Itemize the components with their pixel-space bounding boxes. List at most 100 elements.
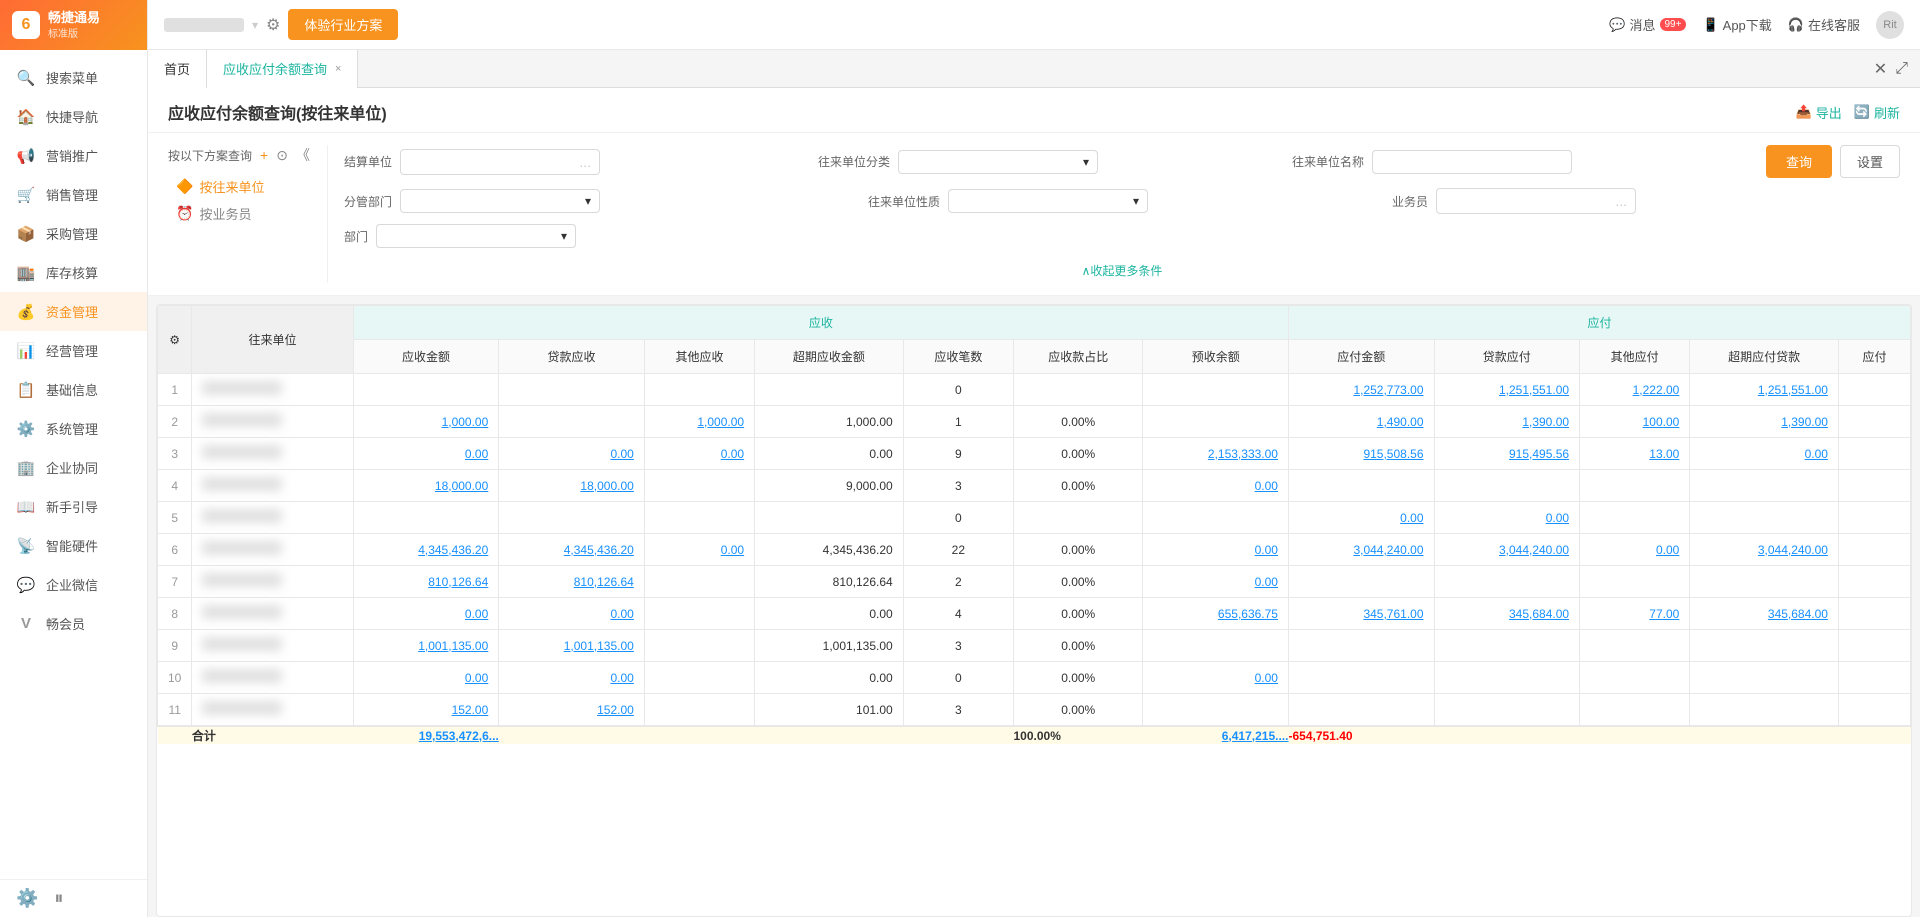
sidebar-item-sales[interactable]: 🛒 销售管理	[0, 175, 147, 214]
table-col-ar-amount: 应收金额	[353, 340, 499, 374]
sidebar-label-inventory: 库存核算	[46, 263, 98, 282]
filter-add-btn[interactable]: +	[260, 147, 268, 163]
tab-home[interactable]: 首页	[148, 50, 207, 88]
sidebar-item-system[interactable]: ⚙️ 系统管理	[0, 409, 147, 448]
export-btn[interactable]: 📤 导出	[1796, 103, 1842, 122]
sidebar-item-wechat[interactable]: 💬 企业微信	[0, 565, 147, 604]
filter-label-settlement: 结算单位	[344, 153, 392, 170]
message-label: 消息	[1629, 15, 1655, 34]
filter-option-by-unit[interactable]: 🔶 按往来单位	[168, 173, 311, 200]
filter-select-nature[interactable]: ▾	[948, 189, 1148, 213]
home-icon: 🏠	[16, 108, 36, 126]
filter-select-category[interactable]: ▾	[898, 150, 1098, 174]
refresh-btn[interactable]: 🔄 刷新	[1854, 103, 1900, 122]
filter-section-7: 部门 ▾	[344, 224, 1900, 248]
user-avatar[interactable]: Rit	[1876, 11, 1904, 39]
filter-settings-icon[interactable]: ⊙	[276, 147, 288, 164]
breadcrumb-item-1[interactable]	[164, 18, 244, 32]
footer-ap-overdue	[1690, 726, 1839, 744]
filter-fields: 结算单位 ... 往来单位分类 ▾ 往来单位	[344, 145, 1900, 283]
solution-btn[interactable]: 体验行业方案	[288, 9, 398, 40]
online-service-btn[interactable]: 🎧 在线客服	[1788, 15, 1860, 34]
sidebar-item-basic[interactable]: 📋 基础信息	[0, 370, 147, 409]
filter-row-1: 结算单位 ... 往来单位分类 ▾ 往来单位	[344, 145, 1900, 178]
app-download-btn[interactable]: 📱 App下载	[1702, 15, 1771, 34]
sidebar-item-purchase[interactable]: 📦 采购管理	[0, 214, 147, 253]
row-number: 8	[158, 598, 192, 630]
footer-ar-amount[interactable]: 19,553,472,6...	[353, 726, 499, 744]
partner-name	[192, 502, 353, 534]
filter-label-dept: 分管部门	[344, 193, 392, 210]
sidebar-item-guide[interactable]: 📖 新手引导	[0, 487, 147, 526]
filter-row-3: 部门 ▾	[344, 224, 1900, 248]
filter-select-dept[interactable]: ▾	[400, 189, 600, 213]
footer-empty-1	[158, 726, 192, 744]
purchase-icon: 📦	[16, 225, 36, 243]
sidebar-label-basic: 基础信息	[46, 380, 98, 399]
tab-balance-query[interactable]: 应收应付余额查询 ×	[207, 50, 358, 88]
sidebar-item-member[interactable]: V 畅会员	[0, 604, 147, 643]
window-expand-btn[interactable]: ⤢	[1895, 60, 1908, 78]
app-download-label: App下载	[1723, 15, 1772, 34]
logo-name: 畅捷通易	[48, 10, 100, 26]
table-col-settings[interactable]: ⚙	[158, 306, 192, 374]
query-btn[interactable]: 查询	[1766, 145, 1832, 178]
sales-icon: 🛒	[16, 186, 36, 204]
header-gear-btn[interactable]: ⚙	[266, 15, 280, 35]
table-row: 11152.00152.00101.0030.00%	[158, 694, 1911, 727]
window-close-btn[interactable]: ✕	[1874, 59, 1887, 79]
row-number: 3	[158, 438, 192, 470]
filter-input-salesperson[interactable]: ...	[1436, 188, 1636, 214]
sidebar-settings-icon[interactable]: ⚙️	[16, 888, 38, 909]
sidebar-label-finance: 资金管理	[46, 302, 98, 321]
collapse-more-btn[interactable]: ∧ 收起更多条件	[344, 258, 1900, 283]
filter-label-category: 往来单位分类	[818, 153, 890, 170]
sidebar-item-inventory[interactable]: 🏬 库存核算	[0, 253, 147, 292]
sidebar-item-operations[interactable]: 📊 经营管理	[0, 331, 147, 370]
sidebar-bottom: ⚙️ ⏸	[0, 879, 147, 917]
filter-row-2: 分管部门 ▾ 往来单位性质 ▾ 业务员	[344, 188, 1900, 214]
sidebar-item-search[interactable]: 🔍 搜索菜单	[0, 58, 147, 97]
sidebar-item-quick[interactable]: 🏠 快捷导航	[0, 97, 147, 136]
row-number: 5	[158, 502, 192, 534]
tab-close-btn[interactable]: ×	[335, 63, 341, 75]
footer-ar-prepay[interactable]: 6,417,215....	[1143, 726, 1289, 744]
action-btns: 查询 设置	[1766, 145, 1900, 178]
sidebar-label-sales: 销售管理	[46, 185, 98, 204]
sidebar-collapse-icon[interactable]: ⏸	[54, 888, 63, 909]
filter-input-name[interactable]	[1372, 150, 1572, 174]
data-table: ⚙ 往来单位 应收 应付 应收金额 贷款应收 其他应收 超期应收金额 应收笔数 …	[157, 305, 1911, 744]
logo-icon: 6	[12, 11, 40, 39]
table-col-ar-count: 应收笔数	[903, 340, 1013, 374]
sidebar-item-finance[interactable]: 💰 资金管理	[0, 292, 147, 331]
table-footer-row: 合计 19,553,472,6... 100.00% 6,417,215....…	[158, 726, 1911, 744]
row-number: 6	[158, 534, 192, 566]
sidebar-item-marketing[interactable]: 📢 营销推广	[0, 136, 147, 175]
sidebar-item-hardware[interactable]: 📡 智能硬件	[0, 526, 147, 565]
filter-collapse-icon[interactable]: 《	[296, 145, 310, 165]
filter-section-6: 业务员 ...	[1392, 188, 1900, 214]
table-row: 500.000.00	[158, 502, 1911, 534]
filter-select-dept2[interactable]: ▾	[376, 224, 576, 248]
footer-ar-count	[903, 726, 1013, 744]
partner-name	[192, 694, 353, 727]
filter-input-settlement[interactable]: ...	[400, 149, 600, 175]
left-filter-panel: 按以下方案查询 + ⊙ 《 🔶 按往来单位 ⏰ 按业务员	[168, 145, 328, 283]
header-actions: 💬 消息 99+ 📱 App下载 🎧 在线客服 Rit	[1609, 11, 1904, 39]
message-btn[interactable]: 💬 消息 99+	[1609, 15, 1686, 34]
footer-ap-amount: -654,751.40	[1288, 726, 1434, 744]
top-header: ▾ ⚙ 体验行业方案 💬 消息 99+ 📱 App下载 🎧 在线客服 Rit	[148, 0, 1920, 50]
sidebar-label-search: 搜索菜单	[46, 68, 98, 87]
main-content: 应收应付余额查询(按往来单位) 📤 导出 🔄 刷新 按以下方案查询 + ⊙ 《	[148, 88, 1920, 917]
table-col-ap-other: 其他应付	[1580, 340, 1690, 374]
table-group-ap: 应付	[1288, 306, 1910, 340]
filter-option-by-staff[interactable]: ⏰ 按业务员	[168, 200, 311, 227]
logo-text-group: 畅捷通易 标准版	[48, 10, 100, 41]
basic-icon: 📋	[16, 381, 36, 399]
sidebar-item-enterprise[interactable]: 🏢 企业协同	[0, 448, 147, 487]
table-row: 418,000.0018,000.009,000.0030.00%0.00	[158, 470, 1911, 502]
page-title: 应收应付余额查询(按往来单位)	[168, 100, 387, 124]
settings-btn[interactable]: 设置	[1840, 145, 1900, 178]
footer-ap-tail	[1838, 726, 1910, 744]
breadcrumb-arrow: ▾	[252, 18, 258, 32]
